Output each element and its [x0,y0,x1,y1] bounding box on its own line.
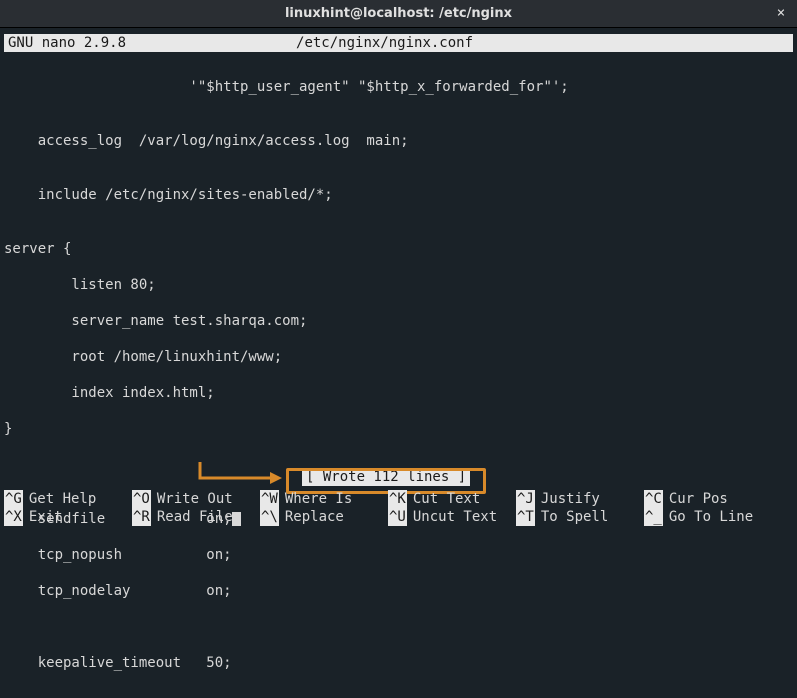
window-titlebar: linuxhint@localhost: /etc/nginx × [0,0,797,28]
nano-footer: ^GGet Help ^OWrite Out ^WWhere Is ^KCut … [4,490,793,526]
shortcut-write-out[interactable]: ^OWrite Out [132,490,260,508]
code-line: access_log /var/log/nginx/access.log mai… [4,132,793,150]
shortcut-replace[interactable]: ^\Replace [260,508,388,526]
status-message: [ Wrote 112 lines ] [302,468,470,486]
code-line: '"$http_user_agent" "$http_x_forwarded_f… [4,78,793,96]
close-icon[interactable]: × [773,5,789,21]
code-line: listen 80; [4,276,793,294]
code-line: } [4,420,793,438]
shortcut-cur-pos[interactable]: ^CCur Pos [644,490,772,508]
code-line: server { [4,240,793,258]
code-line: root /home/linuxhint/www; [4,348,793,366]
code-line: keepalive_timeout 50; [4,654,793,672]
code-line: index index.html; [4,384,793,402]
shortcut-exit[interactable]: ^XExit [4,508,132,526]
nano-filename: /etc/nginx/nginx.conf [176,34,789,52]
shortcut-go-to-line[interactable]: ^_Go To Line [644,508,772,526]
nano-header: GNU nano 2.9.8 /etc/nginx/nginx.conf [4,34,793,52]
shortcut-where-is[interactable]: ^WWhere Is [260,490,388,508]
window-title: linuxhint@localhost: /etc/nginx [285,6,512,21]
shortcut-uncut-text[interactable]: ^UUncut Text [388,508,516,526]
shortcut-read-file[interactable]: ^RRead File [132,508,260,526]
shortcut-justify[interactable]: ^JJustify [516,490,644,508]
shortcut-cut-text[interactable]: ^KCut Text [388,490,516,508]
code-line: include /etc/nginx/sites-enabled/*; [4,186,793,204]
code-line: server_name test.sharqa.com; [4,312,793,330]
nano-version: GNU nano 2.9.8 [8,34,176,52]
code-line: tcp_nodelay on; [4,582,793,600]
shortcut-get-help[interactable]: ^GGet Help [4,490,132,508]
shortcut-to-spell[interactable]: ^TTo Spell [516,508,644,526]
editor-content[interactable]: '"$http_user_agent" "$http_x_forwarded_f… [0,52,797,698]
code-line: tcp_nopush on; [4,546,793,564]
